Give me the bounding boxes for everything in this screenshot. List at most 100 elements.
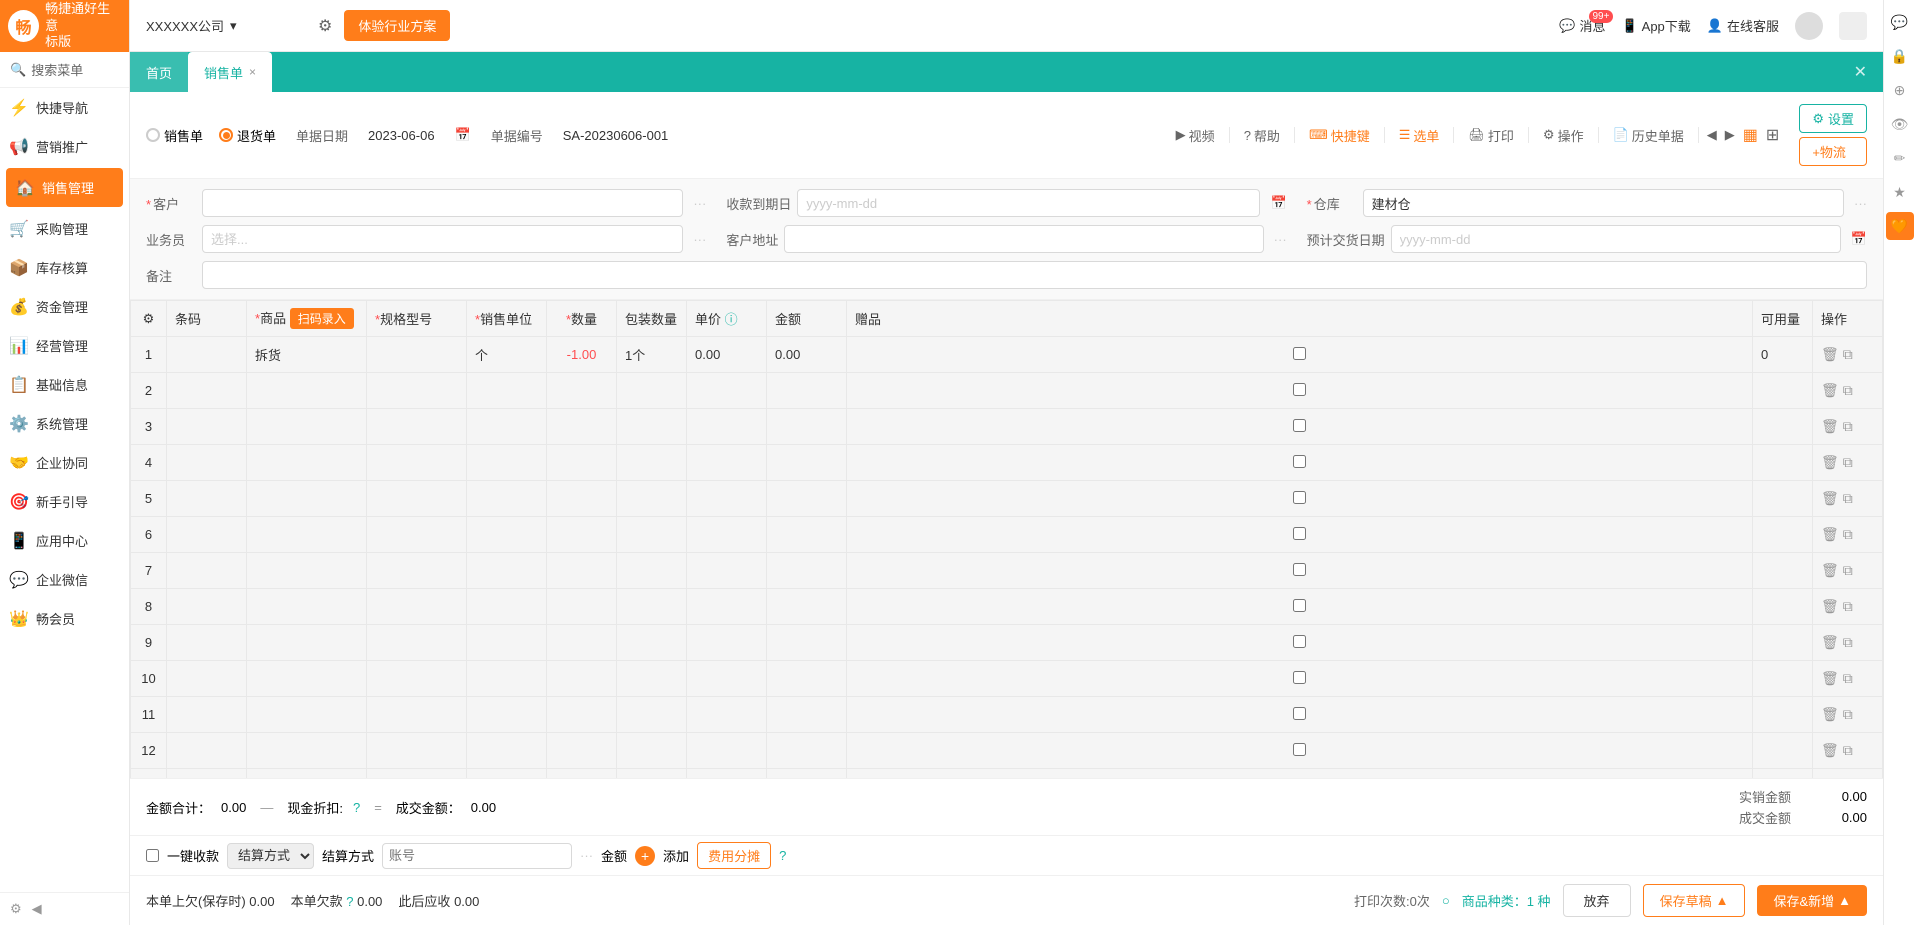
category-label[interactable]: 商品种类：1 种: [1462, 891, 1551, 910]
sidebar-item-guide[interactable]: 🎯 新手引导: [0, 482, 129, 521]
cell-price[interactable]: [687, 445, 767, 481]
cell-amount[interactable]: [767, 733, 847, 769]
sidebar-item-finance[interactable]: 💰 资金管理: [0, 287, 129, 326]
sidebar-item-corp[interactable]: 🤝 企业协同: [0, 443, 129, 482]
cell-amount[interactable]: [767, 373, 847, 409]
cell-product[interactable]: [247, 445, 367, 481]
cell-spec[interactable]: [367, 445, 467, 481]
copy-icon[interactable]: ⧉: [1843, 670, 1853, 687]
sidebar-item-purchase[interactable]: 🛒 采购管理: [0, 209, 129, 248]
cell-gift[interactable]: [847, 661, 1753, 697]
add-payment-button[interactable]: +: [635, 846, 655, 866]
cell-product[interactable]: [247, 589, 367, 625]
cell-product[interactable]: [247, 769, 367, 779]
cell-barcode[interactable]: [167, 661, 247, 697]
user-avatar[interactable]: [1795, 12, 1823, 40]
customer-more-icon[interactable]: ···: [693, 196, 706, 211]
salesperson-input[interactable]: [202, 225, 683, 253]
cell-amount[interactable]: [767, 769, 847, 779]
tabbar-close-icon[interactable]: ✕: [1854, 62, 1883, 82]
cell-gift[interactable]: [847, 373, 1753, 409]
cell-spec[interactable]: [367, 769, 467, 779]
cell-price[interactable]: [687, 733, 767, 769]
logistics-button[interactable]: +物流: [1799, 137, 1867, 166]
cell-pkg[interactable]: [617, 733, 687, 769]
cell-amount[interactable]: [767, 697, 847, 733]
cell-unit[interactable]: [467, 445, 547, 481]
cell-spec[interactable]: [367, 409, 467, 445]
rp-edit-icon[interactable]: ✏: [1886, 144, 1914, 172]
cell-pkg[interactable]: [617, 589, 687, 625]
copy-icon[interactable]: ⧉: [1843, 526, 1853, 543]
delete-icon[interactable]: 🗑: [1821, 706, 1839, 723]
copy-icon[interactable]: ⧉: [1843, 346, 1853, 363]
cell-pkg[interactable]: [617, 409, 687, 445]
cell-barcode[interactable]: [167, 733, 247, 769]
cell-price[interactable]: [687, 589, 767, 625]
tool-history[interactable]: 📄 历史单据: [1607, 123, 1690, 148]
sidebar-item-apps[interactable]: 📱 应用中心: [0, 521, 129, 560]
cell-barcode[interactable]: [167, 589, 247, 625]
cell-price[interactable]: 0.00: [687, 337, 767, 373]
tool-video[interactable]: ▶ 视频: [1170, 123, 1221, 148]
cell-spec[interactable]: [367, 337, 467, 373]
cell-product[interactable]: [247, 409, 367, 445]
rp-star-icon[interactable]: ★: [1886, 178, 1914, 206]
cell-price[interactable]: [687, 769, 767, 779]
cell-price[interactable]: [687, 697, 767, 733]
cell-unit[interactable]: [467, 733, 547, 769]
delete-icon[interactable]: 🗑: [1821, 670, 1839, 687]
payment-date-input[interactable]: [797, 189, 1260, 217]
radio-sale[interactable]: 销售单: [146, 126, 203, 145]
topbar-gear-icon[interactable]: ⚙: [318, 16, 332, 36]
cell-barcode[interactable]: [167, 337, 247, 373]
abandon-button[interactable]: 放弃: [1563, 884, 1631, 917]
cell-spec[interactable]: [367, 553, 467, 589]
cell-unit[interactable]: [467, 769, 547, 779]
cell-pkg[interactable]: [617, 517, 687, 553]
customer-input[interactable]: [202, 189, 683, 217]
cell-pkg[interactable]: [617, 481, 687, 517]
cell-product[interactable]: [247, 481, 367, 517]
sidebar-collapse-btn[interactable]: ◀: [32, 901, 42, 917]
cell-product[interactable]: [247, 553, 367, 589]
cell-product[interactable]: 拆货: [247, 337, 367, 373]
copy-icon[interactable]: ⧉: [1843, 706, 1853, 723]
cell-pkg[interactable]: [617, 661, 687, 697]
sidebar-item-member[interactable]: 👑 畅会员: [0, 599, 129, 638]
copy-icon[interactable]: ⧉: [1843, 418, 1853, 435]
salesperson-more-icon[interactable]: ···: [693, 232, 706, 247]
cell-spec[interactable]: [367, 481, 467, 517]
cell-gift[interactable]: [847, 553, 1753, 589]
cell-price[interactable]: [687, 409, 767, 445]
cell-amount[interactable]: [767, 661, 847, 697]
bill-total-question[interactable]: ?: [346, 894, 353, 909]
copy-icon[interactable]: ⧉: [1843, 634, 1853, 651]
cell-gift[interactable]: [847, 337, 1753, 373]
service-button[interactable]: 👤 在线客服: [1707, 16, 1779, 35]
cell-pkg[interactable]: [617, 553, 687, 589]
cell-barcode[interactable]: [167, 697, 247, 733]
trial-button[interactable]: 体验行业方案: [344, 10, 450, 41]
cell-product[interactable]: [247, 733, 367, 769]
fee-question-icon[interactable]: ?: [779, 848, 786, 863]
cell-amount[interactable]: [767, 517, 847, 553]
delete-icon[interactable]: 🗑: [1821, 418, 1839, 435]
delete-icon[interactable]: 🗑: [1821, 382, 1839, 399]
copy-icon[interactable]: ⧉: [1843, 454, 1853, 471]
cell-gift[interactable]: [847, 769, 1753, 779]
cell-qty[interactable]: [547, 553, 617, 589]
scan-button[interactable]: 扫码录入: [290, 308, 354, 329]
payment-calendar-icon[interactable]: 📅: [1270, 195, 1286, 211]
cell-qty[interactable]: [547, 589, 617, 625]
copy-icon[interactable]: ⧉: [1843, 490, 1853, 507]
cell-barcode[interactable]: [167, 409, 247, 445]
nav-next-icon[interactable]: ▶: [1725, 127, 1735, 143]
cell-price[interactable]: [687, 661, 767, 697]
tab-home[interactable]: 首页: [130, 52, 188, 92]
tool-select[interactable]: ☰ 选单: [1393, 123, 1446, 148]
cell-amount[interactable]: [767, 481, 847, 517]
cell-unit[interactable]: [467, 553, 547, 589]
copy-icon[interactable]: ⧉: [1843, 598, 1853, 615]
delete-icon[interactable]: 🗑: [1821, 490, 1839, 507]
